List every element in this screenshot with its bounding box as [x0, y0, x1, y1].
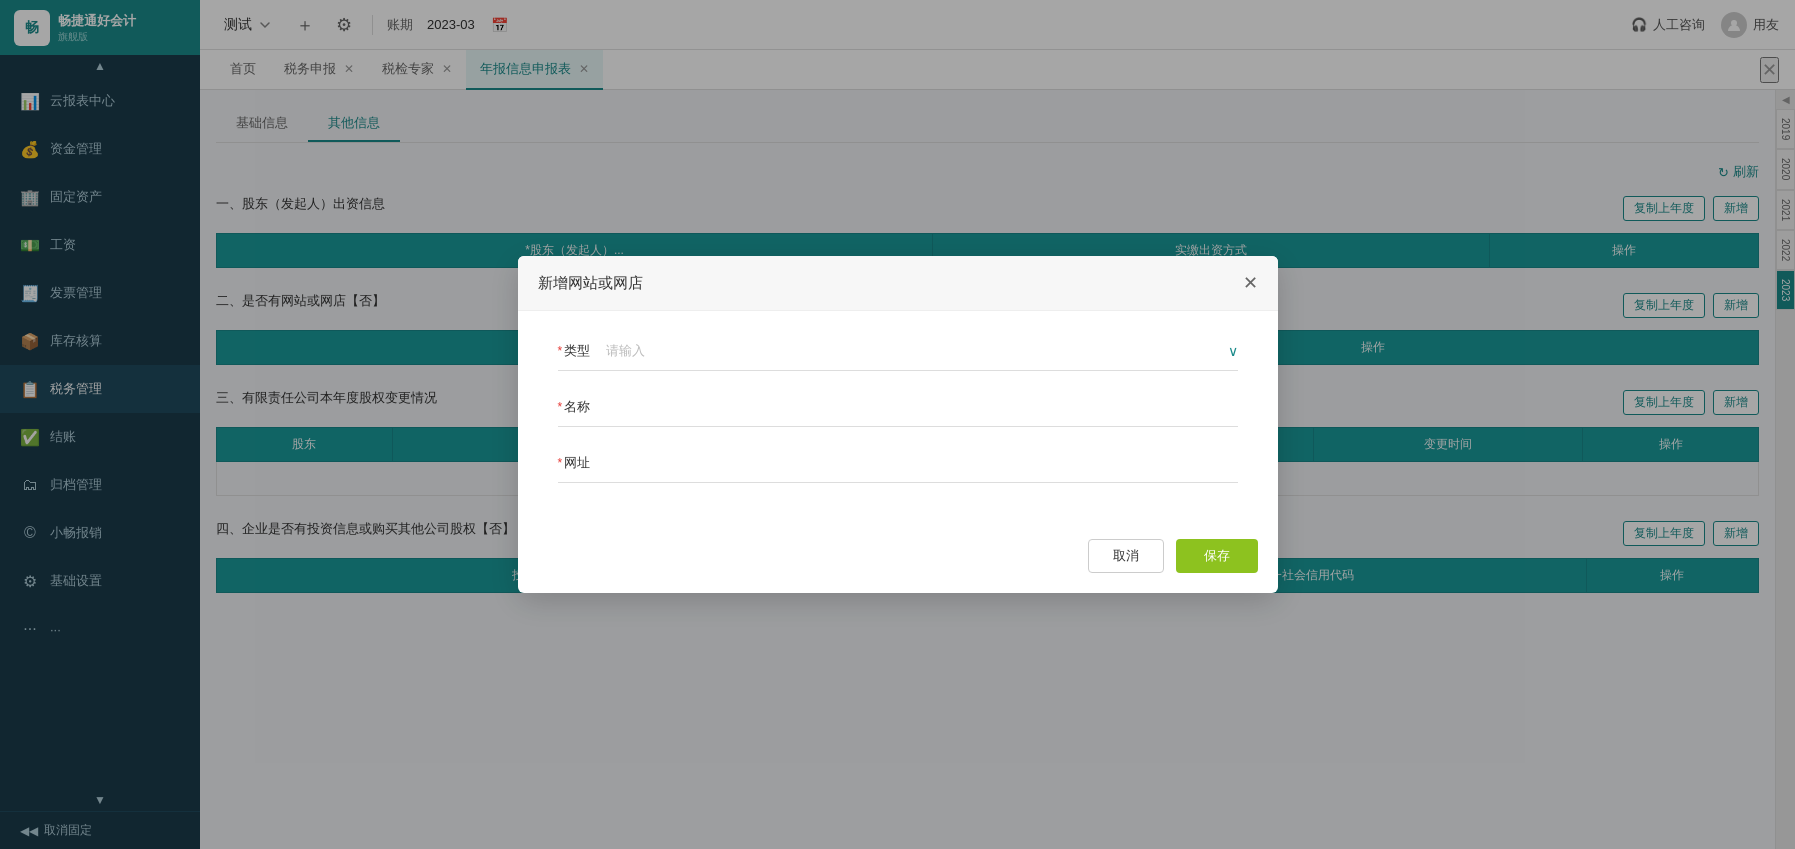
form-field-url: *网址 — [558, 451, 1238, 483]
save-button[interactable]: 保存 — [1176, 539, 1258, 573]
modal-overlay: 新增网站或网店 ✕ *类型 ∨ *名称 — [0, 0, 1795, 849]
required-star-2: * — [558, 400, 563, 414]
form-field-name: *名称 — [558, 395, 1238, 427]
modal-close-button[interactable]: ✕ — [1243, 272, 1258, 294]
modal-body: *类型 ∨ *名称 *网址 — [518, 311, 1278, 527]
type-label: *类型 — [558, 342, 591, 360]
dropdown-arrow-icon[interactable]: ∨ — [1228, 343, 1238, 359]
form-row-type: *类型 ∨ — [558, 339, 1238, 371]
form-row-name: *名称 — [558, 395, 1238, 427]
modal-footer: 取消 保存 — [518, 527, 1278, 593]
cancel-button[interactable]: 取消 — [1088, 539, 1164, 573]
add-website-modal: 新增网站或网店 ✕ *类型 ∨ *名称 — [518, 256, 1278, 593]
required-star: * — [558, 344, 563, 358]
required-star-3: * — [558, 456, 563, 470]
form-row-url: *网址 — [558, 451, 1238, 483]
type-input[interactable] — [606, 339, 1217, 362]
modal-header: 新增网站或网店 ✕ — [518, 256, 1278, 311]
name-label: *名称 — [558, 398, 591, 416]
url-input[interactable] — [606, 451, 1237, 474]
modal-title: 新增网站或网店 — [538, 274, 643, 293]
form-field-type: *类型 ∨ — [558, 339, 1238, 371]
url-label: *网址 — [558, 454, 591, 472]
name-input[interactable] — [606, 395, 1237, 418]
